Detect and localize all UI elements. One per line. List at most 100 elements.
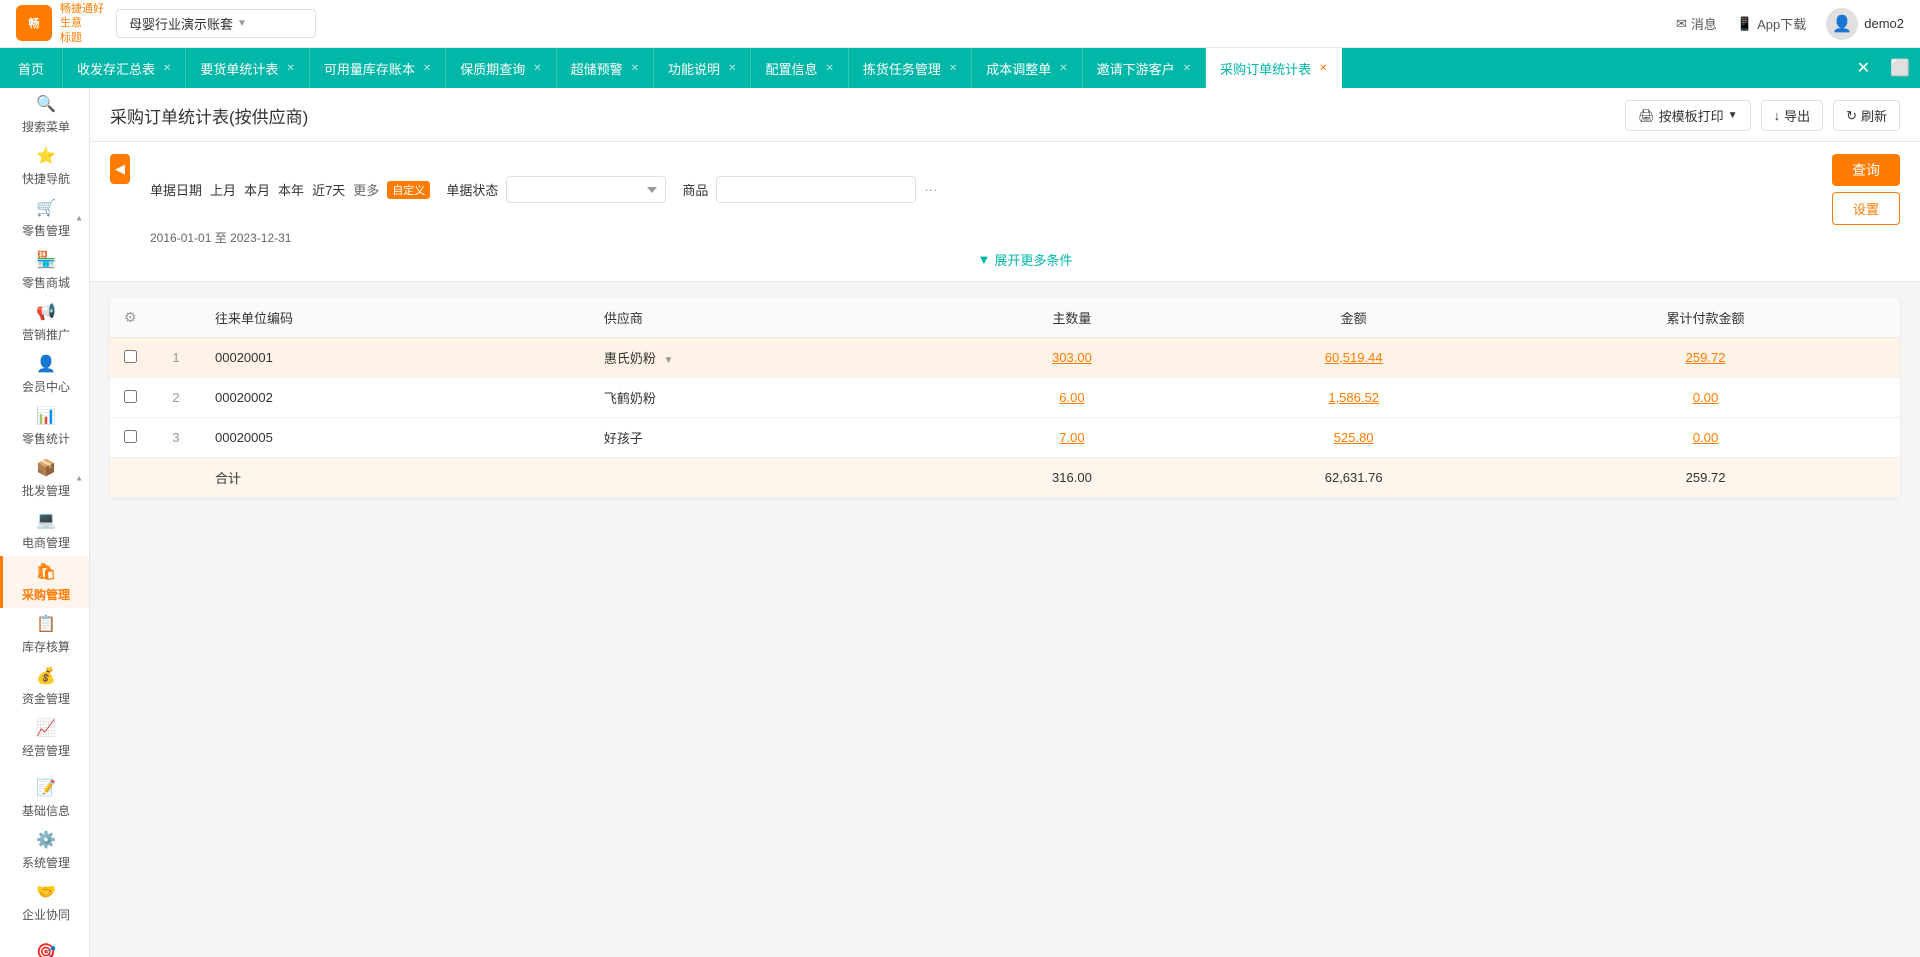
sidebar-item-retail-manage[interactable]: 🛒 零售管理	[0, 192, 89, 244]
system-icon: ⚙️	[36, 830, 56, 850]
sidebar-retail-label: 零售管理	[22, 222, 70, 239]
tab-home[interactable]: 首页	[0, 48, 63, 88]
close-receive-summary[interactable]: ✕	[163, 63, 171, 74]
row3-checkbox[interactable]	[124, 430, 137, 443]
tab-purchase-stats[interactable]: 采购订单统计表 ✕	[1206, 48, 1342, 88]
workspace-selector[interactable]: 母婴行业演示账套 ▼	[116, 9, 316, 38]
main-layout: 🔍 搜索菜单 ⭐ 快捷导航 🛒 零售管理 🏪 零售商城 📢 营销推广 👤 会员中…	[0, 88, 1920, 957]
row2-qty-link[interactable]: 6.00	[1059, 390, 1084, 405]
date-range-display: 2016-01-01 至 2023-12-31	[150, 229, 1900, 246]
tab-cost-adjust[interactable]: 成本调整单 ✕	[972, 48, 1082, 88]
row1-qty-link[interactable]: 303.00	[1052, 350, 1092, 365]
row1-amount: 60,519.44	[1196, 338, 1511, 378]
shortcut-last-month[interactable]: 上月	[210, 180, 236, 199]
row1-index: 1	[151, 338, 201, 378]
goods-input[interactable]	[716, 176, 916, 203]
row3-paid-link[interactable]: 0.00	[1693, 430, 1718, 445]
row2-amount-link[interactable]: 1,586.52	[1328, 390, 1379, 405]
sidebar-item-retail-stats[interactable]: 📊 零售统计	[0, 400, 89, 452]
message-button[interactable]: ✉ 消息	[1676, 14, 1717, 33]
logo-area: 畅 畅捷通好生意 标题	[16, 2, 106, 45]
export-button[interactable]: ↓ 导出	[1761, 100, 1824, 131]
settings-button[interactable]: 设置	[1832, 192, 1900, 225]
gear-icon[interactable]: ⚙	[124, 309, 137, 325]
goods-more-btn[interactable]: ···	[924, 182, 937, 197]
user-area[interactable]: 👤 demo2	[1826, 8, 1904, 40]
tab-pick-task[interactable]: 拣货任务管理 ✕	[849, 48, 972, 88]
close-feature-desc[interactable]: ✕	[728, 63, 736, 74]
tab-invite-downstream[interactable]: 邀请下游客户 ✕	[1083, 48, 1206, 88]
tab-expiry-query[interactable]: 保质期查询 ✕	[446, 48, 556, 88]
refresh-button[interactable]: ↻ 刷新	[1833, 100, 1900, 131]
sidebar-item-quick-nav[interactable]: ⭐ 快捷导航	[0, 140, 89, 192]
expand-more-button[interactable]: ▼ 展开更多条件	[978, 250, 1073, 269]
sidebar-item-operations[interactable]: 📈 经营管理	[0, 712, 89, 764]
sidebar-item-enterprise[interactable]: 🤝 企业协同	[0, 876, 89, 928]
restore-tab-button[interactable]: ⬜	[1880, 48, 1920, 88]
search-icon: 🔍	[36, 94, 56, 114]
row1-expand-icon[interactable]: ▼	[664, 355, 674, 366]
close-tab-button[interactable]: ✕	[1847, 48, 1880, 88]
row3-amount-link[interactable]: 525.80	[1334, 430, 1374, 445]
sidebar-item-member[interactable]: 👤 会员中心	[0, 348, 89, 400]
basic-info-icon: 📝	[36, 778, 56, 798]
status-label: 单据状态	[446, 180, 498, 199]
row1-checkbox[interactable]	[124, 350, 137, 363]
operations-icon: 📈	[36, 718, 56, 738]
custom-date-badge[interactable]: 自定义	[387, 181, 430, 199]
row2-checkbox[interactable]	[124, 390, 137, 403]
tab-overstock-warning[interactable]: 超储预警 ✕	[557, 48, 654, 88]
close-purchase-stats[interactable]: ✕	[1319, 63, 1327, 74]
sidebar-item-purchase[interactable]: 🛍 采购管理	[0, 556, 89, 608]
tab-feature-desc[interactable]: 功能说明 ✕	[654, 48, 751, 88]
row1-check[interactable]	[110, 338, 151, 378]
row1-supplier: 惠氏奶粉 ▼	[590, 338, 948, 378]
shortcut-this-month[interactable]: 本月	[244, 180, 270, 199]
close-pick-task[interactable]: ✕	[949, 63, 957, 74]
sidebar-item-inventory[interactable]: 📋 库存核算	[0, 608, 89, 660]
close-cost-adjust[interactable]: ✕	[1059, 63, 1067, 74]
status-filter: 单据状态 待审核 已审核	[446, 176, 666, 203]
row1-amount-link[interactable]: 60,519.44	[1325, 350, 1383, 365]
user-name[interactable]: demo2	[1864, 16, 1904, 31]
close-expiry-query[interactable]: ✕	[533, 63, 541, 74]
sidebar-operations-label: 经营管理	[22, 742, 70, 759]
close-overstock-warning[interactable]: ✕	[631, 63, 639, 74]
row1-paid-link[interactable]: 259.72	[1686, 350, 1726, 365]
tab-config-info[interactable]: 配置信息 ✕	[751, 48, 848, 88]
tab-available-stock[interactable]: 可用量库存账本 ✕	[310, 48, 446, 88]
tab-goods-stats[interactable]: 要货单统计表 ✕	[186, 48, 309, 88]
sidebar-item-basic-info[interactable]: 📝 基础信息	[0, 772, 89, 824]
template-print-button[interactable]: 🖨 按模板打印 ▼	[1625, 100, 1750, 131]
sidebar-item-marketing[interactable]: 📢 营销推广	[0, 296, 89, 348]
sidebar-item-search[interactable]: 🔍 搜索菜单	[0, 88, 89, 140]
row3-check[interactable]	[110, 418, 151, 458]
sidebar-item-system[interactable]: ⚙️ 系统管理	[0, 824, 89, 876]
sidebar-retail-stats-label: 零售统计	[22, 430, 70, 447]
row3-main-qty: 7.00	[948, 418, 1197, 458]
filter-wrapper: ◀ 单据日期 上月 本月 本年 近7天 更多 自定义	[110, 154, 1900, 269]
filter-row-1: 单据日期 上月 本月 本年 近7天 更多 自定义 单据状态	[150, 154, 1900, 225]
sidebar-item-finance[interactable]: 💰 资金管理	[0, 660, 89, 712]
phone-icon: 📱	[1737, 16, 1753, 32]
sidebar-item-ecommerce[interactable]: 💻 电商管理	[0, 504, 89, 556]
row2-paid-link[interactable]: 0.00	[1693, 390, 1718, 405]
shortcut-more[interactable]: 更多	[353, 180, 379, 199]
close-config-info[interactable]: ✕	[825, 63, 833, 74]
row2-check[interactable]	[110, 378, 151, 418]
query-button[interactable]: 查询	[1832, 154, 1900, 186]
tab-receive-summary[interactable]: 收发存汇总表 ✕	[63, 48, 186, 88]
shortcut-7days[interactable]: 近7天	[312, 180, 345, 199]
close-goods-stats[interactable]: ✕	[286, 63, 294, 74]
status-select[interactable]: 待审核 已审核	[506, 176, 666, 203]
sidebar-item-wholesale[interactable]: 📦 批发管理	[0, 452, 89, 504]
sidebar-item-retail-mall[interactable]: 🏪 零售商城	[0, 244, 89, 296]
close-invite-downstream[interactable]: ✕	[1183, 63, 1191, 74]
sidebar-item-new-guide[interactable]: 🎯 新手引导	[0, 936, 89, 957]
shortcut-this-year[interactable]: 本年	[278, 180, 304, 199]
row3-qty-link[interactable]: 7.00	[1059, 430, 1084, 445]
toggle-filter-button[interactable]: ◀	[110, 154, 130, 184]
close-available-stock[interactable]: ✕	[423, 63, 431, 74]
sidebar-marketing-label: 营销推广	[22, 326, 70, 343]
app-download-button[interactable]: 📱 App下载	[1737, 14, 1806, 33]
